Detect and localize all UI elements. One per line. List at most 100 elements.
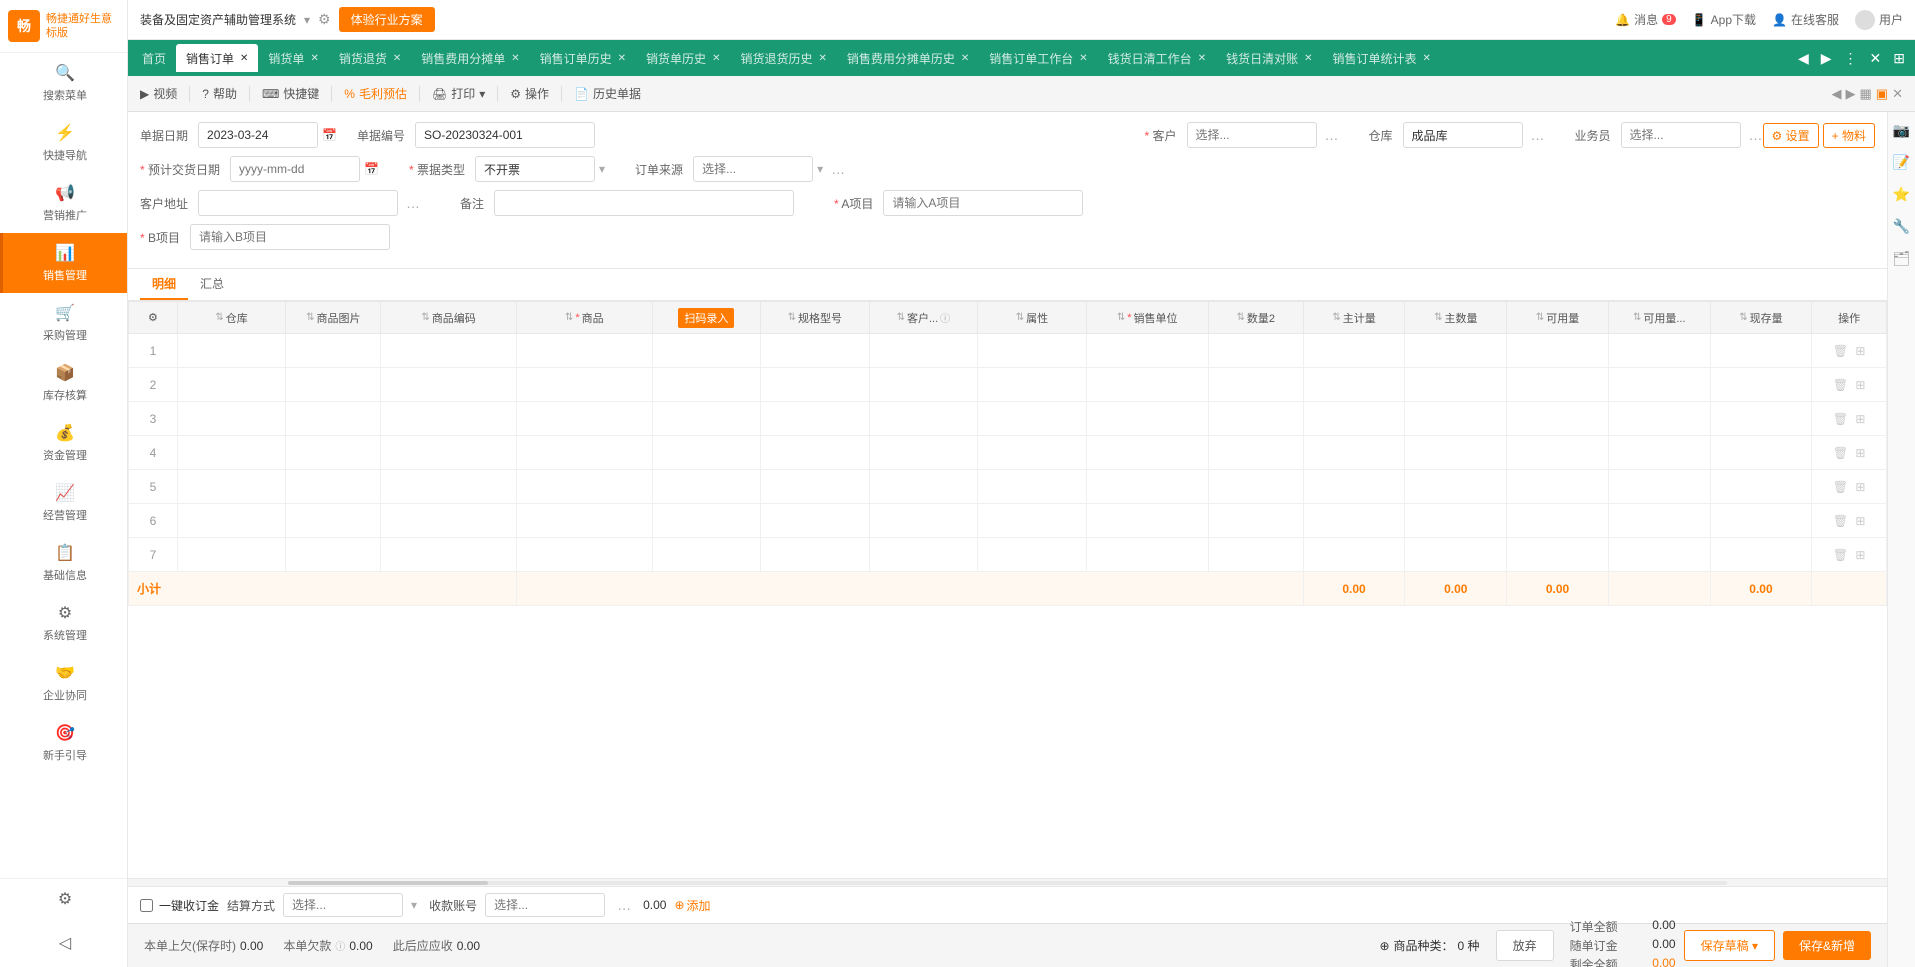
toolbar-help[interactable]: ? 帮助 [202, 85, 237, 102]
row-cust-code-4[interactable] [869, 436, 978, 470]
online-service-item[interactable]: 👤 在线客服 [1772, 11, 1839, 28]
tab-close-6[interactable]: ✕ [712, 53, 720, 64]
tab-expand-btn[interactable]: ⊞ [1887, 48, 1911, 69]
row-spec-3[interactable] [761, 402, 870, 436]
row-code-2[interactable] [381, 368, 517, 402]
right-icon-camera[interactable]: 📷 [1892, 120, 1912, 140]
calendar-icon[interactable]: 📅 [322, 128, 337, 142]
row-unit-7[interactable] [1086, 538, 1208, 572]
row-main-qty-1[interactable] [1405, 334, 1507, 368]
tab-close-3[interactable]: ✕ [393, 53, 401, 64]
scan-btn[interactable]: 扫码录入 [678, 308, 734, 328]
tab-more-btn[interactable]: ⋮ [1838, 48, 1864, 69]
row-main-qty-6[interactable] [1405, 504, 1507, 538]
sidebar-item-0[interactable]: 🔍搜索菜单 [0, 53, 127, 113]
save-new-btn[interactable]: 保存&新增 [1783, 931, 1871, 960]
toolbar-nav-next[interactable]: ▶ [1846, 86, 1856, 102]
row-warehouse-4[interactable] [177, 436, 286, 470]
row-spec-1[interactable] [761, 334, 870, 368]
row-qty2-6[interactable] [1208, 504, 1303, 538]
row-warehouse-3[interactable] [177, 402, 286, 436]
row-code-7[interactable] [381, 538, 517, 572]
sidebar-item-7[interactable]: 📈经营管理 [0, 473, 127, 533]
discard-btn[interactable]: 放弃 [1496, 930, 1554, 961]
toolbar-history[interactable]: 📄 历史单据 [574, 85, 641, 102]
row-qty2-4[interactable] [1208, 436, 1303, 470]
warehouse-input[interactable] [1403, 122, 1523, 148]
row-product-5[interactable] [516, 470, 652, 504]
sidebar-item-10[interactable]: 🤝企业协同 [0, 653, 127, 713]
addr-more-btn[interactable]: … [406, 195, 420, 211]
sidebar-settings[interactable]: ⚙ [0, 879, 127, 923]
tab-close-10[interactable]: ✕ [1198, 53, 1206, 64]
tab-item-11[interactable]: 钱货日清对账✕ [1216, 44, 1322, 72]
row-attr-5[interactable] [978, 470, 1087, 504]
row-main-unit-6[interactable] [1303, 504, 1405, 538]
row-cust-code-6[interactable] [869, 504, 978, 538]
tab-close-2[interactable]: ✕ [310, 53, 318, 64]
row-main-qty-3[interactable] [1405, 402, 1507, 436]
row-unit-6[interactable] [1086, 504, 1208, 538]
row-copy-3[interactable]: ⊞ [1855, 412, 1865, 426]
tab-close-all-btn[interactable]: ✕ [1864, 48, 1888, 69]
tab-item-5[interactable]: 销售订单历史✕ [530, 44, 636, 72]
right-icon-tool[interactable]: 🔧 [1892, 216, 1912, 236]
one-click-checkbox[interactable] [140, 899, 153, 912]
order-source-input[interactable] [693, 156, 813, 182]
notification-item[interactable]: 🔔 消息 9 [1615, 11, 1676, 28]
row-product-7[interactable] [516, 538, 652, 572]
tab-item-4[interactable]: 销售费用分摊单✕ [411, 44, 529, 72]
row-main-qty-7[interactable] [1405, 538, 1507, 572]
row-copy-6[interactable]: ⊞ [1855, 514, 1865, 528]
tab-item-12[interactable]: 销售订单统计表✕ [1322, 44, 1440, 72]
bank-more-btn[interactable]: … [617, 897, 631, 913]
customer-more-btn[interactable]: … [1325, 127, 1339, 143]
order-source-more-btn[interactable]: … [831, 161, 845, 177]
toolbar-print[interactable]: 🖨 打印 ▾ [432, 85, 485, 102]
toolbar-nav-prev[interactable]: ◀ [1832, 86, 1842, 102]
row-qty2-2[interactable] [1208, 368, 1303, 402]
invoice-type-input[interactable] [475, 156, 595, 182]
row-qty2-3[interactable] [1208, 402, 1303, 436]
b-project-input[interactable] [190, 224, 390, 250]
row-cust-code-5[interactable] [869, 470, 978, 504]
row-delete-6[interactable]: 🗑 [1833, 514, 1848, 528]
toolbar-orange-view[interactable]: ▣ [1876, 86, 1888, 102]
sidebar-item-4[interactable]: 🛒采购管理 [0, 293, 127, 353]
row-main-unit-2[interactable] [1303, 368, 1405, 402]
row-product-2[interactable] [516, 368, 652, 402]
right-icon-note[interactable]: 📝 [1892, 152, 1912, 172]
user-item[interactable]: 用户 [1855, 10, 1903, 30]
sidebar-item-6[interactable]: 💰资金管理 [0, 413, 127, 473]
tab-close-5[interactable]: ✕ [618, 53, 626, 64]
order-no-input[interactable] [415, 122, 595, 148]
row-attr-6[interactable] [978, 504, 1087, 538]
row-main-unit-4[interactable] [1303, 436, 1405, 470]
settings-icon[interactable]: ⚙ [318, 11, 331, 28]
tab-item-6[interactable]: 销货单历史✕ [636, 44, 730, 72]
invoice-dropdown[interactable]: ▾ [599, 162, 605, 176]
row-delete-1[interactable]: 🗑 [1833, 344, 1848, 358]
order-source-dropdown[interactable]: ▾ [817, 162, 823, 176]
row-copy-7[interactable]: ⊞ [1855, 548, 1865, 562]
staff-more-btn[interactable]: … [1749, 127, 1763, 143]
customer-input[interactable] [1187, 122, 1317, 148]
tab-close-4[interactable]: ✕ [511, 53, 519, 64]
row-attr-7[interactable] [978, 538, 1087, 572]
row-product-1[interactable] [516, 334, 652, 368]
toolbar-video[interactable]: ▶ 视频 [140, 85, 177, 102]
row-unit-1[interactable] [1086, 334, 1208, 368]
sidebar-item-8[interactable]: 📋基础信息 [0, 533, 127, 593]
row-warehouse-2[interactable] [177, 368, 286, 402]
row-product-3[interactable] [516, 402, 652, 436]
tab-item-3[interactable]: 销货退货✕ [329, 44, 411, 72]
toolbar-close[interactable]: ✕ [1892, 86, 1903, 102]
tab-item-10[interactable]: 钱货日清工作台✕ [1098, 44, 1216, 72]
row-cust-code-2[interactable] [869, 368, 978, 402]
row-code-6[interactable] [381, 504, 517, 538]
delivery-date-input[interactable] [230, 156, 360, 182]
row-delete-4[interactable]: 🗑 [1833, 446, 1848, 460]
row-attr-3[interactable] [978, 402, 1087, 436]
settings-btn[interactable]: ⚙ 设置 [1763, 123, 1819, 148]
tab-prev-btn[interactable]: ◀ [1792, 48, 1815, 69]
